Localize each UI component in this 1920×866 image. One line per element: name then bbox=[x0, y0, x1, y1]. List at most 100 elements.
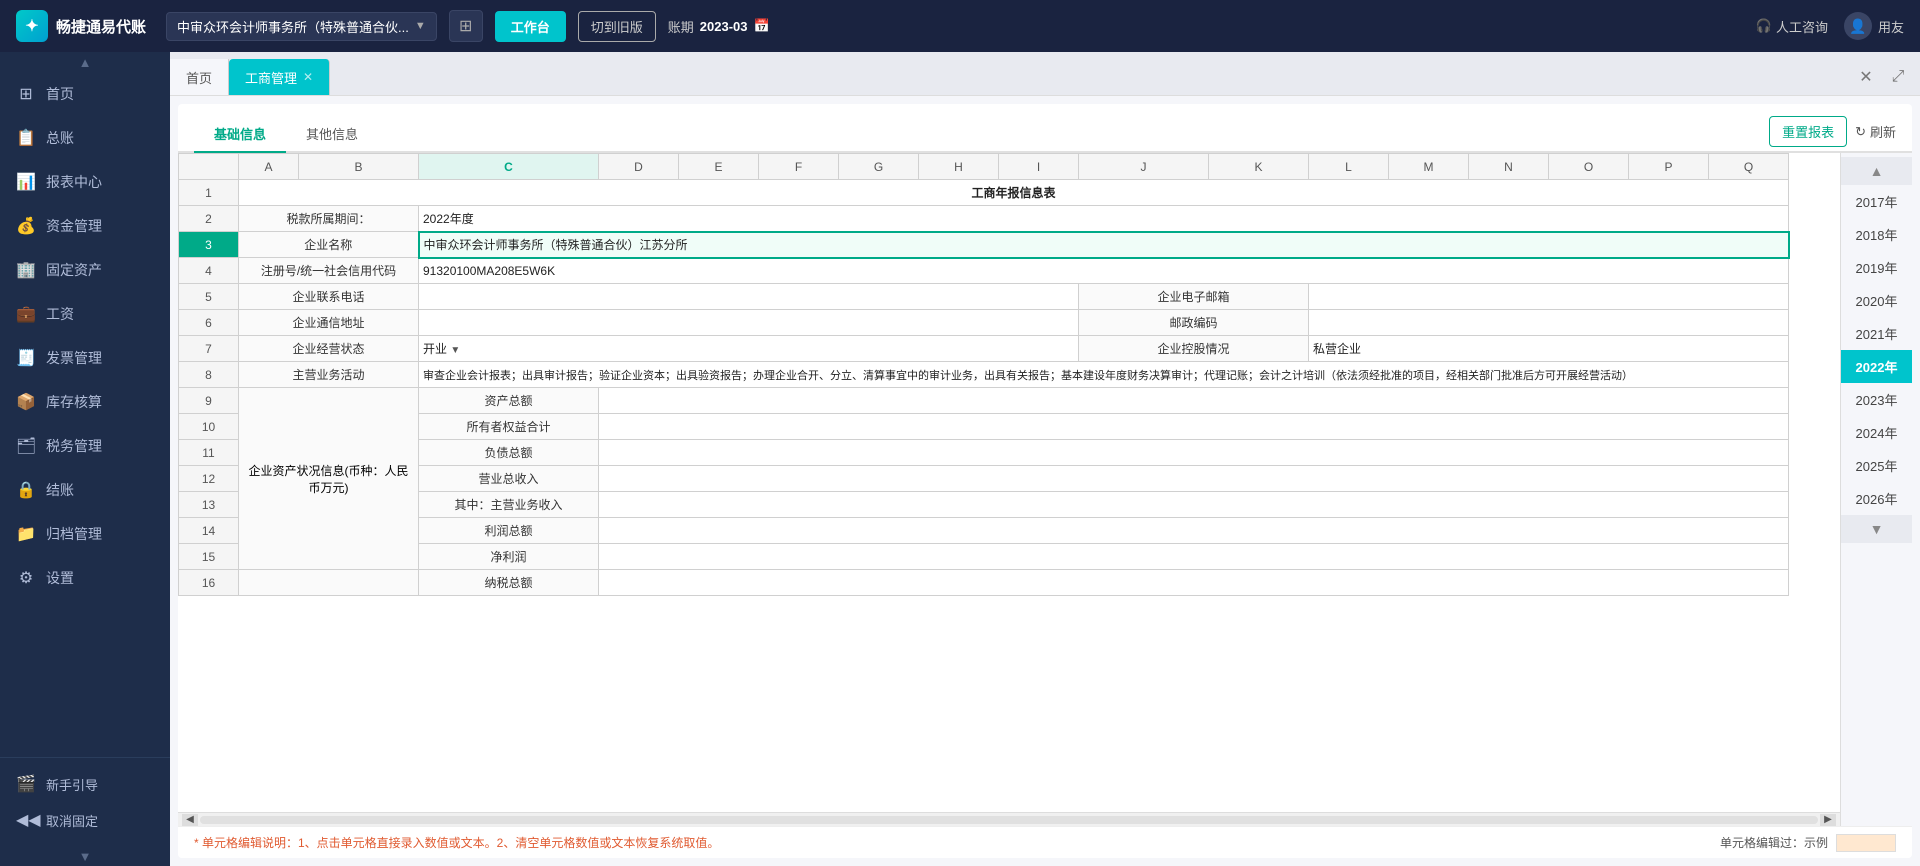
table-row: 1 工商年报信息表 bbox=[179, 180, 1789, 206]
sidebar-item-finance[interactable]: 💰 资金管理 bbox=[0, 204, 170, 248]
revenue-value[interactable] bbox=[599, 466, 1789, 492]
sidebar-item-archive[interactable]: 📁 归档管理 bbox=[0, 512, 170, 556]
sidebar-item-asset[interactable]: 🏢 固定资产 bbox=[0, 248, 170, 292]
address-value[interactable] bbox=[419, 310, 1079, 336]
liabilities-value[interactable] bbox=[599, 440, 1789, 466]
pin-icon: ◀◀ bbox=[16, 810, 36, 830]
net-profit-value[interactable] bbox=[599, 544, 1789, 570]
year-item-2018[interactable]: 2018年 bbox=[1841, 218, 1912, 251]
sidebar-scroll-down[interactable]: ▼ bbox=[0, 846, 170, 866]
year-item-2022[interactable]: 2022年 bbox=[1841, 350, 1912, 383]
sidebar-scroll-up[interactable]: ▲ bbox=[0, 52, 170, 72]
table-title-cell[interactable]: 工商年报信息表 bbox=[239, 180, 1789, 206]
col-C[interactable]: C bbox=[419, 154, 599, 180]
period-area: 账期 2023-03 📅 bbox=[668, 17, 770, 36]
col-I[interactable]: I bbox=[999, 154, 1079, 180]
reset-report-button[interactable]: 重置报表 bbox=[1769, 116, 1847, 147]
switch-version-button[interactable]: 切到旧版 bbox=[578, 11, 656, 42]
sidebar-item-report[interactable]: 📊 报表中心 bbox=[0, 160, 170, 204]
col-E[interactable]: E bbox=[679, 154, 759, 180]
support-button[interactable]: 🎧 人工咨询 bbox=[1756, 17, 1828, 36]
col-N[interactable]: N bbox=[1469, 154, 1549, 180]
col-Q[interactable]: Q bbox=[1709, 154, 1789, 180]
main-revenue-label: 其中：主营业务收入 bbox=[419, 492, 599, 518]
tab-business[interactable]: 工商管理 ✕ bbox=[229, 59, 330, 95]
email-value[interactable] bbox=[1309, 284, 1789, 310]
ownership-label: 企业控股情况 bbox=[1079, 336, 1309, 362]
calendar-icon[interactable]: 📅 bbox=[754, 18, 770, 34]
year-item-2021[interactable]: 2021年 bbox=[1841, 317, 1912, 350]
col-L[interactable]: L bbox=[1309, 154, 1389, 180]
year-item-2017[interactable]: 2017年 bbox=[1841, 185, 1912, 218]
sidebar-label-home: 首页 bbox=[46, 84, 74, 104]
year-scroll-up[interactable]: ▲ bbox=[1841, 157, 1912, 185]
company-icon-btn[interactable]: ⊞ bbox=[449, 10, 483, 42]
horizontal-scroll-area[interactable]: ◀ ▶ bbox=[178, 812, 1840, 826]
biz-status-value[interactable]: 开业 ▼ bbox=[419, 336, 1079, 362]
year-item-2026[interactable]: 2026年 bbox=[1841, 482, 1912, 515]
table-row: 10 所有者权益合计 bbox=[179, 414, 1789, 440]
col-H[interactable]: H bbox=[919, 154, 999, 180]
tab-expand-icon[interactable]: ⤢ bbox=[1884, 63, 1912, 91]
main-biz-value[interactable]: 审查企业会计报表；出具审计报告；验证企业资本；出具验资报告；办理企业合开、分立、… bbox=[419, 362, 1789, 388]
sidebar-item-settings[interactable]: ⚙ 设置 bbox=[0, 556, 170, 600]
tax-total-value[interactable] bbox=[599, 570, 1789, 596]
year-item-2024[interactable]: 2024年 bbox=[1841, 416, 1912, 449]
sub-tab-basic[interactable]: 基础信息 bbox=[194, 116, 286, 153]
ownership-value[interactable]: 私营企业 bbox=[1309, 336, 1789, 362]
equity-label: 所有者权益合计 bbox=[419, 414, 599, 440]
year-item-2020[interactable]: 2020年 bbox=[1841, 284, 1912, 317]
scroll-track[interactable] bbox=[200, 816, 1818, 824]
main-revenue-value[interactable] bbox=[599, 492, 1789, 518]
workbench-button[interactable]: 工作台 bbox=[495, 11, 566, 42]
scroll-left-btn[interactable]: ◀ bbox=[182, 814, 198, 826]
total-profit-value[interactable] bbox=[599, 518, 1789, 544]
refresh-button[interactable]: ↻ 刷新 bbox=[1855, 122, 1896, 141]
scroll-right-btn[interactable]: ▶ bbox=[1820, 814, 1836, 826]
sidebar-item-close[interactable]: 🔒 结账 bbox=[0, 468, 170, 512]
sidebar-item-ledger[interactable]: 📋 总账 bbox=[0, 116, 170, 160]
year-item-2023[interactable]: 2023年 bbox=[1841, 383, 1912, 416]
company-selector[interactable]: 中审众环会计师事务所（特殊普通合伙... ▼ bbox=[166, 12, 437, 41]
headset-icon: 🎧 bbox=[1756, 18, 1772, 34]
col-P[interactable]: P bbox=[1629, 154, 1709, 180]
table-row: 4 注册号/统一社会信用代码 91320100MA208E5W6K bbox=[179, 258, 1789, 284]
year-item-2025[interactable]: 2025年 bbox=[1841, 449, 1912, 482]
col-F[interactable]: F bbox=[759, 154, 839, 180]
settings-icon: ⚙ bbox=[16, 568, 36, 588]
sub-tab-other[interactable]: 其他信息 bbox=[286, 116, 378, 153]
tab-close-window-icon[interactable]: ✕ bbox=[1852, 63, 1880, 91]
sidebar-item-salary[interactable]: 💼 工资 bbox=[0, 292, 170, 336]
sidebar-item-home[interactable]: ⊞ 首页 bbox=[0, 72, 170, 116]
sidebar-item-invoice[interactable]: 🧾 发票管理 bbox=[0, 336, 170, 380]
asset-icon: 🏢 bbox=[16, 260, 36, 280]
zipcode-value[interactable] bbox=[1309, 310, 1789, 336]
phone-value[interactable] bbox=[419, 284, 1079, 310]
col-B[interactable]: B bbox=[299, 154, 419, 180]
sidebar-cancel-pin[interactable]: ◀◀ 取消固定 bbox=[0, 802, 170, 838]
tab-bar: 首页 工商管理 ✕ ✕ ⤢ bbox=[170, 52, 1920, 96]
col-D[interactable]: D bbox=[599, 154, 679, 180]
col-K[interactable]: K bbox=[1209, 154, 1309, 180]
regnum-label: 注册号/统一社会信用代码 bbox=[239, 258, 419, 284]
year-item-2019[interactable]: 2019年 bbox=[1841, 251, 1912, 284]
tab-business-label: 工商管理 bbox=[245, 68, 297, 87]
col-O[interactable]: O bbox=[1549, 154, 1629, 180]
regnum-value[interactable]: 91320100MA208E5W6K bbox=[419, 258, 1789, 284]
equity-value[interactable] bbox=[599, 414, 1789, 440]
tab-close-icon[interactable]: ✕ bbox=[303, 70, 313, 84]
period-value-cell[interactable]: 2022年度 bbox=[419, 206, 1789, 232]
sidebar-item-tax[interactable]: 🗂 税务管理 bbox=[0, 424, 170, 468]
total-assets-value[interactable] bbox=[599, 388, 1789, 414]
col-J[interactable]: J bbox=[1079, 154, 1209, 180]
col-M[interactable]: M bbox=[1389, 154, 1469, 180]
col-G[interactable]: G bbox=[839, 154, 919, 180]
tab-home[interactable]: 首页 bbox=[170, 59, 229, 95]
user-area[interactable]: 👤 用友 bbox=[1844, 12, 1904, 40]
spreadsheet-container[interactable]: A B C D E F G H I J bbox=[178, 153, 1840, 812]
company-name-value[interactable]: 中审众环会计师事务所（特殊普通合伙）江苏分所 bbox=[419, 232, 1789, 258]
sidebar-new-guide[interactable]: 🎬 新手引导 bbox=[0, 766, 170, 802]
col-A[interactable]: A bbox=[239, 154, 299, 180]
year-scroll-down[interactable]: ▼ bbox=[1841, 515, 1912, 543]
sidebar-item-inventory[interactable]: 📦 库存核算 bbox=[0, 380, 170, 424]
